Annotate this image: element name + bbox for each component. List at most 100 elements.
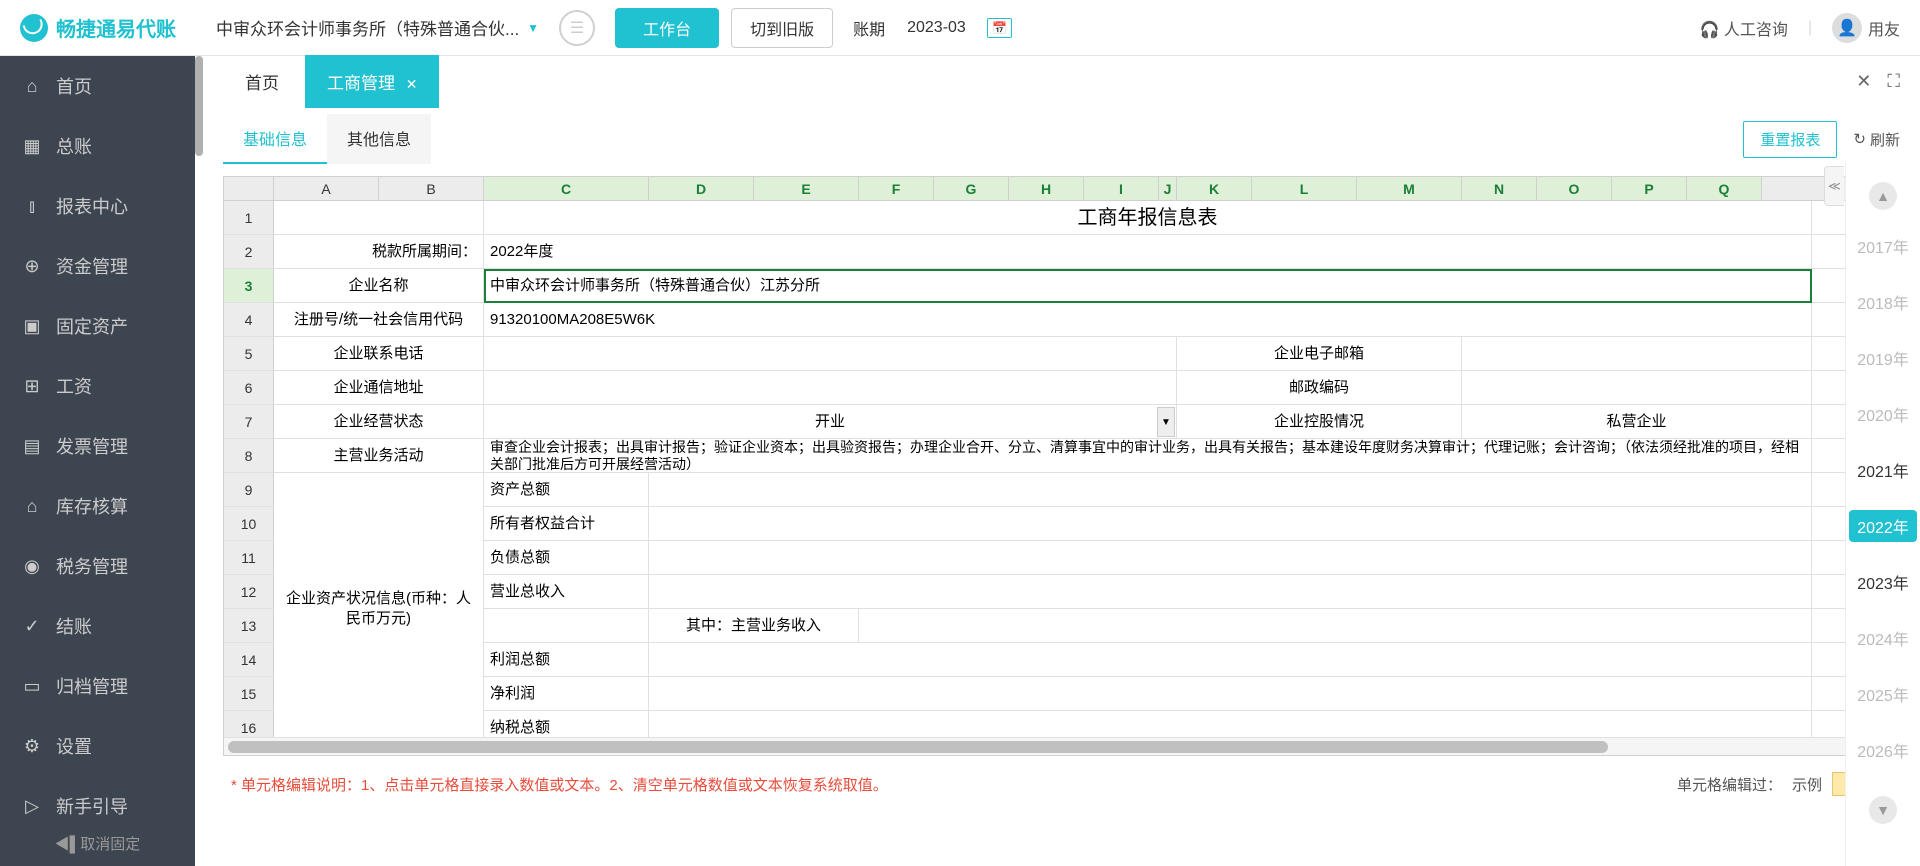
cell[interactable]: [484, 371, 1177, 404]
row-header-10[interactable]: 10: [224, 507, 274, 541]
year-2019年[interactable]: 2019年: [1849, 342, 1917, 374]
cell[interactable]: 税款所属期间：: [274, 235, 484, 268]
row-header-4[interactable]: 4: [224, 303, 274, 337]
sidebar-item-4[interactable]: ▣固定资产: [0, 296, 195, 356]
col-header-O[interactable]: O: [1537, 177, 1612, 200]
year-2024年[interactable]: 2024年: [1849, 622, 1917, 654]
fullscreen-icon[interactable]: ⛶: [1887, 71, 1900, 92]
cell[interactable]: 净利润: [484, 677, 649, 710]
col-header-M[interactable]: M: [1357, 177, 1462, 200]
cell[interactable]: 资产总额: [484, 473, 649, 506]
cell[interactable]: [484, 337, 1177, 370]
calendar-icon[interactable]: 📅: [987, 18, 1012, 38]
row-header-9[interactable]: 9: [224, 473, 274, 507]
sidebar-item-5[interactable]: ⊞工资: [0, 356, 195, 416]
sidebar-item-2[interactable]: ⫾报表中心: [0, 176, 195, 236]
user-menu[interactable]: 👤 用友: [1832, 13, 1900, 43]
cell[interactable]: 邮政编码: [1177, 371, 1462, 404]
row-header-3[interactable]: 3: [224, 269, 274, 303]
sidebar-item-6[interactable]: ▤发票管理: [0, 416, 195, 476]
doc-icon[interactable]: ☰: [559, 10, 595, 46]
year-2021年[interactable]: 2021年: [1849, 454, 1917, 486]
row-header-6[interactable]: 6: [224, 371, 274, 405]
cell[interactable]: [649, 575, 1812, 608]
cell[interactable]: 纳税总额: [484, 711, 649, 737]
row-header-15[interactable]: 15: [224, 677, 274, 711]
company-selector[interactable]: 中审众环会计师事务所（特殊普通合伙... ▼: [216, 15, 539, 40]
cell[interactable]: 其中：主营业务收入: [649, 609, 859, 642]
col-header-E[interactable]: E: [754, 177, 859, 200]
sheet-corner[interactable]: [224, 177, 274, 201]
year-2026年[interactable]: 2026年: [1849, 734, 1917, 766]
col-header-F[interactable]: F: [859, 177, 934, 200]
cell[interactable]: 开业: [484, 405, 1177, 438]
sidebar-item-7[interactable]: ⌂库存核算: [0, 476, 195, 536]
col-header-Q[interactable]: Q: [1687, 177, 1762, 200]
cell[interactable]: 所有者权益合计: [484, 507, 649, 540]
sub-tab-basic[interactable]: 基础信息: [223, 114, 327, 164]
col-header-C[interactable]: C: [484, 177, 649, 200]
row-header-11[interactable]: 11: [224, 541, 274, 575]
horizontal-scrollbar[interactable]: ▶: [224, 737, 1881, 755]
year-2025年[interactable]: 2025年: [1849, 678, 1917, 710]
cell[interactable]: 企业电子邮箱: [1177, 337, 1462, 370]
cell[interactable]: 企业联系电话: [274, 337, 484, 370]
row-header-12[interactable]: 12: [224, 575, 274, 609]
year-down-icon[interactable]: ▼: [1869, 796, 1897, 824]
sub-tab-other[interactable]: 其他信息: [327, 114, 431, 164]
year-2023年[interactable]: 2023年: [1849, 566, 1917, 598]
cell[interactable]: 企业名称: [274, 269, 484, 302]
col-header-G[interactable]: G: [934, 177, 1009, 200]
year-up-icon[interactable]: ▲: [1869, 182, 1897, 210]
cell[interactable]: 中审众环会计师事务所（特殊普通合伙）江苏分所: [484, 269, 1812, 302]
year-2018年[interactable]: 2018年: [1849, 286, 1917, 318]
refresh-link[interactable]: ↻ 刷新: [1853, 129, 1900, 150]
sidebar-item-3[interactable]: ⊕资金管理: [0, 236, 195, 296]
cell[interactable]: 企业控股情况: [1177, 405, 1462, 438]
cell[interactable]: 私营企业: [1462, 405, 1812, 438]
sidebar-item-1[interactable]: ▦总账: [0, 116, 195, 176]
col-header-A[interactable]: A: [274, 177, 379, 200]
merged-label[interactable]: 企业资产状况信息(币种：人民币万元): [274, 473, 484, 737]
row-header-14[interactable]: 14: [224, 643, 274, 677]
row-header-13[interactable]: 13: [224, 609, 274, 643]
consult-link[interactable]: 🎧 人工咨询: [1699, 16, 1787, 40]
col-header-K[interactable]: K: [1177, 177, 1252, 200]
cell[interactable]: 91320100MA208E5W6K: [484, 303, 1812, 336]
year-2017年[interactable]: 2017年: [1849, 230, 1917, 262]
cell[interactable]: [1462, 371, 1812, 404]
sidebar-item-0[interactable]: ⌂首页: [0, 56, 195, 116]
col-header-H[interactable]: H: [1009, 177, 1084, 200]
year-2020年[interactable]: 2020年: [1849, 398, 1917, 430]
row-header-2[interactable]: 2: [224, 235, 274, 269]
cell[interactable]: [274, 201, 484, 234]
row-header-8[interactable]: 8: [224, 439, 274, 473]
col-header-I[interactable]: I: [1084, 177, 1159, 200]
row-header-5[interactable]: 5: [224, 337, 274, 371]
cell[interactable]: 2022年度: [484, 235, 1812, 268]
col-header-D[interactable]: D: [649, 177, 754, 200]
reset-report-button[interactable]: 重置报表: [1743, 121, 1837, 158]
tab-home[interactable]: 首页: [223, 55, 301, 108]
cell[interactable]: 负债总额: [484, 541, 649, 574]
cell[interactable]: 营业总收入: [484, 575, 649, 608]
col-header-P[interactable]: P: [1612, 177, 1687, 200]
sidebar-scrollbar[interactable]: [195, 56, 203, 156]
cell[interactable]: [1462, 337, 1812, 370]
tab-business-mgmt[interactable]: 工商管理 ✕: [305, 55, 439, 108]
cell[interactable]: 注册号/统一社会信用代码: [274, 303, 484, 336]
sidebar-item-8[interactable]: ◉税务管理: [0, 536, 195, 596]
sidebar-unpin[interactable]: ◀▌取消固定: [0, 821, 195, 866]
col-header-B[interactable]: B: [379, 177, 484, 200]
year-2022年[interactable]: 2022年: [1849, 510, 1917, 542]
sidebar-item-11[interactable]: ⚙设置: [0, 716, 195, 776]
cell[interactable]: 主营业务活动: [274, 439, 484, 472]
old-version-button[interactable]: 切到旧版: [731, 8, 833, 48]
row-header-1[interactable]: 1: [224, 201, 274, 235]
scroll-thumb[interactable]: [228, 741, 1608, 753]
workspace-button[interactable]: 工作台: [615, 8, 719, 48]
cell[interactable]: 企业经营状态: [274, 405, 484, 438]
sidebar-item-9[interactable]: ✓结账: [0, 596, 195, 656]
period-input[interactable]: [897, 13, 987, 43]
collapse-year-panel[interactable]: ≪: [1824, 166, 1844, 206]
